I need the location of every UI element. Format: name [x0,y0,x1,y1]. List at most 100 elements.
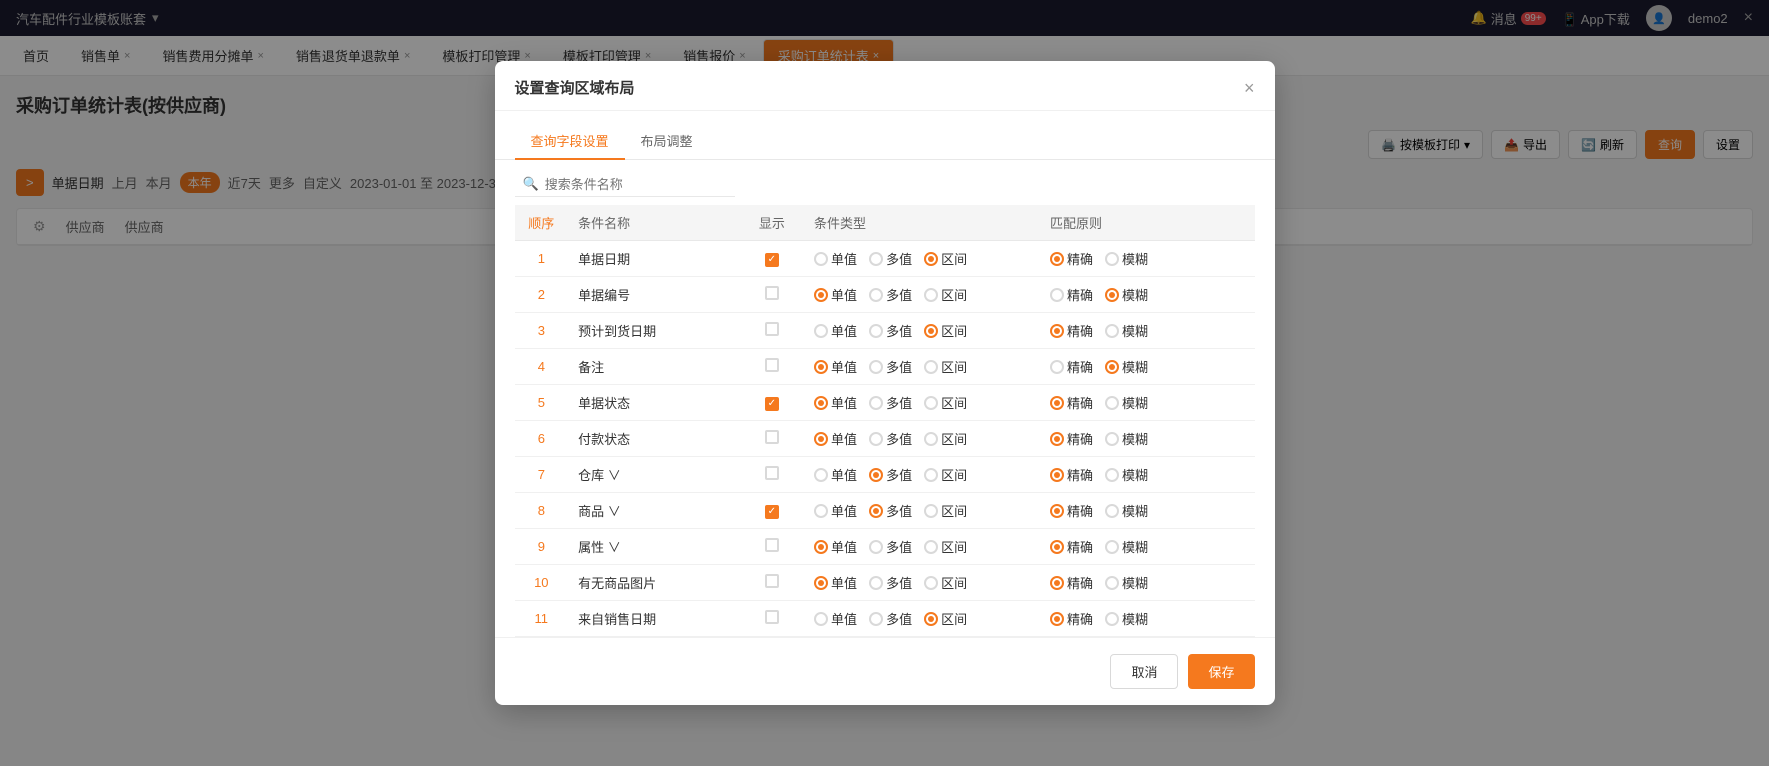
row-type-option-多值-3[interactable]: 多值 [869,357,912,376]
radio-多值-10[interactable] [869,612,883,626]
radio-match-模糊-9[interactable] [1105,576,1119,590]
radio-match-精确-5[interactable] [1050,432,1064,446]
dialog-close-button[interactable]: × [1244,79,1255,97]
row-display-checkbox-1[interactable] [765,286,779,300]
row-type-option-多值-8[interactable]: 多值 [869,537,912,556]
row-display-checkbox-0[interactable] [765,253,779,267]
radio-区间-4[interactable] [924,396,938,410]
row-type-option-区间-3[interactable]: 区间 [924,357,967,376]
row-type-option-单值-3[interactable]: 单值 [814,357,857,376]
row-type-option-单值-7[interactable]: 单值 [814,501,857,520]
row-display-checkbox-8[interactable] [765,538,779,552]
radio-区间-6[interactable] [924,468,938,482]
radio-多值-1[interactable] [869,288,883,302]
radio-match-精确-8[interactable] [1050,540,1064,554]
row-display-checkbox-4[interactable] [765,397,779,411]
row-type-option-多值-0[interactable]: 多值 [869,249,912,268]
radio-单值-5[interactable] [814,432,828,446]
radio-单值-1[interactable] [814,288,828,302]
row-match-option-模糊-8[interactable]: 模糊 [1105,537,1148,556]
row-type-option-单值-10[interactable]: 单值 [814,609,857,628]
radio-match-精确-0[interactable] [1050,252,1064,266]
radio-match-模糊-7[interactable] [1105,504,1119,518]
row-match-option-模糊-3[interactable]: 模糊 [1105,357,1148,376]
radio-单值-4[interactable] [814,396,828,410]
row-match-option-精确-8[interactable]: 精确 [1050,537,1093,556]
row-type-option-区间-6[interactable]: 区间 [924,465,967,484]
radio-单值-0[interactable] [814,252,828,266]
row-type-option-多值-9[interactable]: 多值 [869,573,912,592]
radio-match-精确-10[interactable] [1050,612,1064,626]
radio-match-模糊-10[interactable] [1105,612,1119,626]
row-type-option-单值-6[interactable]: 单值 [814,465,857,484]
row-display-9[interactable] [740,565,804,601]
radio-多值-0[interactable] [869,252,883,266]
row-type-option-区间-10[interactable]: 区间 [924,609,967,628]
radio-match-模糊-0[interactable] [1105,252,1119,266]
radio-区间-5[interactable] [924,432,938,446]
radio-区间-1[interactable] [924,288,938,302]
radio-单值-2[interactable] [814,324,828,338]
row-match-option-模糊-4[interactable]: 模糊 [1105,393,1148,412]
row-type-option-区间-4[interactable]: 区间 [924,393,967,412]
radio-单值-7[interactable] [814,504,828,518]
radio-单值-8[interactable] [814,540,828,554]
radio-match-模糊-6[interactable] [1105,468,1119,482]
radio-match-模糊-8[interactable] [1105,540,1119,554]
row-match-option-精确-5[interactable]: 精确 [1050,429,1093,448]
row-match-option-模糊-7[interactable]: 模糊 [1105,501,1148,520]
radio-多值-4[interactable] [869,396,883,410]
row-display-3[interactable] [740,349,804,385]
row-display-checkbox-10[interactable] [765,610,779,624]
radio-match-精确-9[interactable] [1050,576,1064,590]
radio-单值-9[interactable] [814,576,828,590]
row-display-checkbox-2[interactable] [765,322,779,336]
row-type-option-多值-10[interactable]: 多值 [869,609,912,628]
row-match-option-精确-3[interactable]: 精确 [1050,357,1093,376]
radio-match-模糊-5[interactable] [1105,432,1119,446]
row-match-option-模糊-6[interactable]: 模糊 [1105,465,1148,484]
row-display-5[interactable] [740,421,804,457]
row-type-option-区间-5[interactable]: 区间 [924,429,967,448]
row-type-option-多值-1[interactable]: 多值 [869,285,912,304]
row-type-option-单值-4[interactable]: 单值 [814,393,857,412]
radio-match-模糊-3[interactable] [1105,360,1119,374]
radio-多值-6[interactable] [869,468,883,482]
radio-match-模糊-4[interactable] [1105,396,1119,410]
row-type-option-单值-9[interactable]: 单值 [814,573,857,592]
row-type-option-单值-8[interactable]: 单值 [814,537,857,556]
row-match-option-模糊-5[interactable]: 模糊 [1105,429,1148,448]
row-display-checkbox-6[interactable] [765,466,779,480]
radio-区间-2[interactable] [924,324,938,338]
radio-区间-0[interactable] [924,252,938,266]
row-match-option-模糊-0[interactable]: 模糊 [1105,249,1148,268]
row-match-option-精确-10[interactable]: 精确 [1050,609,1093,628]
row-type-option-区间-8[interactable]: 区间 [924,537,967,556]
radio-match-模糊-2[interactable] [1105,324,1119,338]
radio-match-精确-4[interactable] [1050,396,1064,410]
cancel-button[interactable]: 取消 [1110,654,1178,689]
radio-match-精确-2[interactable] [1050,324,1064,338]
radio-单值-3[interactable] [814,360,828,374]
radio-多值-3[interactable] [869,360,883,374]
row-match-option-精确-0[interactable]: 精确 [1050,249,1093,268]
row-match-option-模糊-1[interactable]: 模糊 [1105,285,1148,304]
radio-单值-6[interactable] [814,468,828,482]
row-type-option-单值-1[interactable]: 单值 [814,285,857,304]
row-display-0[interactable] [740,241,804,277]
row-match-option-精确-7[interactable]: 精确 [1050,501,1093,520]
row-type-option-区间-0[interactable]: 区间 [924,249,967,268]
radio-多值-9[interactable] [869,576,883,590]
row-match-option-精确-1[interactable]: 精确 [1050,285,1093,304]
row-type-option-区间-7[interactable]: 区间 [924,501,967,520]
row-type-option-区间-1[interactable]: 区间 [924,285,967,304]
row-match-option-精确-2[interactable]: 精确 [1050,321,1093,340]
row-match-option-精确-9[interactable]: 精确 [1050,573,1093,592]
row-display-8[interactable] [740,529,804,565]
row-type-option-区间-9[interactable]: 区间 [924,573,967,592]
row-type-option-区间-2[interactable]: 区间 [924,321,967,340]
row-match-option-模糊-2[interactable]: 模糊 [1105,321,1148,340]
row-type-option-多值-5[interactable]: 多值 [869,429,912,448]
row-type-option-多值-6[interactable]: 多值 [869,465,912,484]
row-match-option-模糊-9[interactable]: 模糊 [1105,573,1148,592]
